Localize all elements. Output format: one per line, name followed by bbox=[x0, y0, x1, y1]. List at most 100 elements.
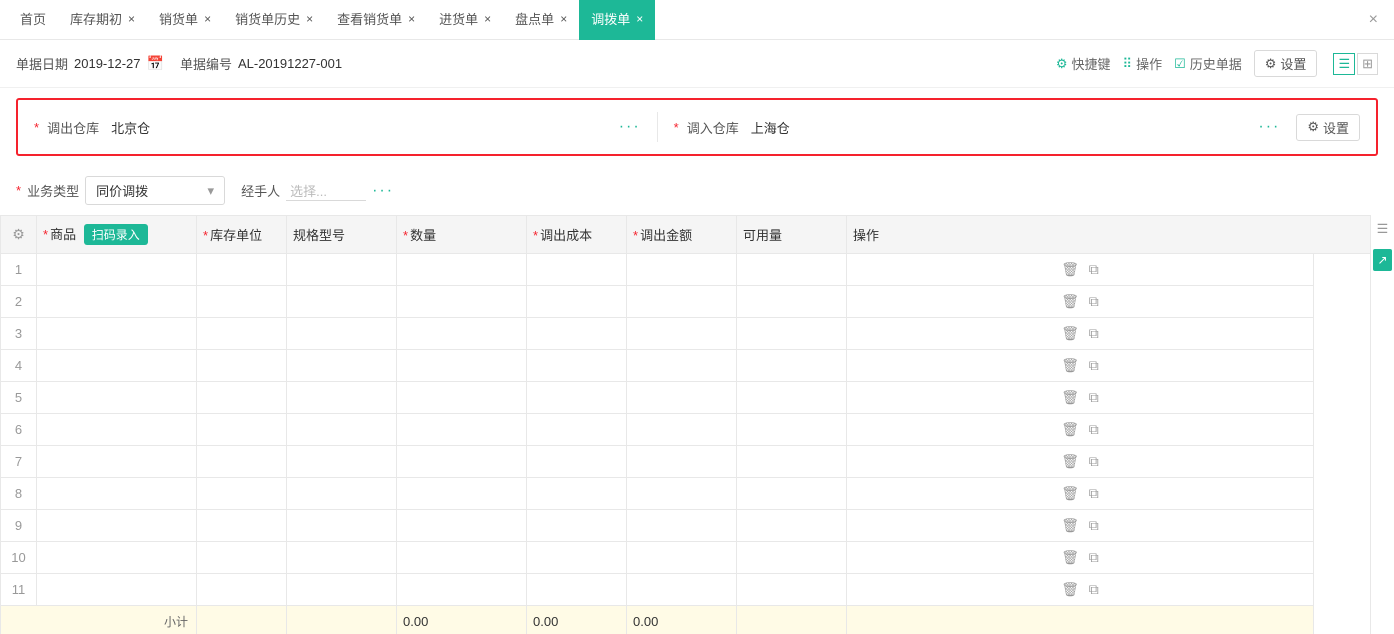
handler-more-btn[interactable]: ··· bbox=[372, 182, 394, 200]
row-10-delete-icon[interactable]: 🗑 bbox=[1061, 549, 1079, 565]
row-9-product[interactable] bbox=[37, 510, 197, 542]
row-9-cost[interactable] bbox=[527, 510, 627, 542]
row-11-available[interactable] bbox=[737, 574, 847, 606]
row-9-available[interactable] bbox=[737, 510, 847, 542]
history-btn[interactable]: ☑ 历史单据 bbox=[1174, 54, 1242, 73]
tab-sales-history-close[interactable]: × bbox=[306, 12, 313, 26]
row-3-amount[interactable] bbox=[627, 318, 737, 350]
row-9-copy-icon[interactable]: ⧉ bbox=[1089, 517, 1099, 533]
row-3-cost[interactable] bbox=[527, 318, 627, 350]
row-2-delete-icon[interactable]: 🗑 bbox=[1061, 293, 1079, 309]
in-warehouse-value[interactable]: 上海仓 bbox=[751, 118, 790, 137]
row-10-copy-icon[interactable]: ⧉ bbox=[1089, 549, 1099, 565]
row-6-spec[interactable] bbox=[287, 414, 397, 446]
row-7-copy-icon[interactable]: ⧉ bbox=[1089, 453, 1099, 469]
col-gear[interactable]: ⚙ bbox=[1, 216, 37, 254]
view-list-icon[interactable]: ☰ bbox=[1333, 53, 1355, 75]
row-5-amount[interactable] bbox=[627, 382, 737, 414]
row-4-cost[interactable] bbox=[527, 350, 627, 382]
out-warehouse-value[interactable]: 北京仓 bbox=[111, 118, 150, 137]
row-8-delete-icon[interactable]: 🗑 bbox=[1061, 485, 1079, 501]
tab-purchase-order-close[interactable]: × bbox=[484, 12, 491, 26]
row-2-unit[interactable] bbox=[197, 286, 287, 318]
row-10-available[interactable] bbox=[737, 542, 847, 574]
row-10-qty[interactable] bbox=[397, 542, 527, 574]
row-6-copy-icon[interactable]: ⧉ bbox=[1089, 421, 1099, 437]
row-1-cost[interactable] bbox=[527, 254, 627, 286]
row-4-spec[interactable] bbox=[287, 350, 397, 382]
row-5-product[interactable] bbox=[37, 382, 197, 414]
row-1-spec[interactable] bbox=[287, 254, 397, 286]
out-warehouse-more-btn[interactable]: ··· bbox=[619, 118, 641, 136]
row-3-qty[interactable] bbox=[397, 318, 527, 350]
row-5-spec[interactable] bbox=[287, 382, 397, 414]
row-4-amount[interactable] bbox=[627, 350, 737, 382]
row-7-spec[interactable] bbox=[287, 446, 397, 478]
row-4-unit[interactable] bbox=[197, 350, 287, 382]
row-2-qty[interactable] bbox=[397, 286, 527, 318]
tab-inventory-init[interactable]: 库存期初 × bbox=[58, 0, 147, 40]
row-1-product[interactable] bbox=[37, 254, 197, 286]
row-8-available[interactable] bbox=[737, 478, 847, 510]
view-grid-icon[interactable]: ⊞ bbox=[1357, 53, 1378, 75]
row-9-amount[interactable] bbox=[627, 510, 737, 542]
row-11-product[interactable] bbox=[37, 574, 197, 606]
row-2-spec[interactable] bbox=[287, 286, 397, 318]
row-6-amount[interactable] bbox=[627, 414, 737, 446]
row-1-amount[interactable] bbox=[627, 254, 737, 286]
row-8-copy-icon[interactable]: ⧉ bbox=[1089, 485, 1099, 501]
row-3-delete-icon[interactable]: 🗑 bbox=[1061, 325, 1079, 341]
calendar-icon[interactable]: 📅 bbox=[147, 55, 164, 72]
row-7-available[interactable] bbox=[737, 446, 847, 478]
shortcut-btn[interactable]: ⚙ 快捷键 bbox=[1056, 54, 1111, 73]
row-2-copy-icon[interactable]: ⧉ bbox=[1089, 293, 1099, 309]
row-4-qty[interactable] bbox=[397, 350, 527, 382]
row-11-cost[interactable] bbox=[527, 574, 627, 606]
tab-home[interactable]: 首页 bbox=[8, 0, 58, 40]
float-list-icon[interactable]: ☰ bbox=[1377, 221, 1389, 237]
row-11-qty[interactable] bbox=[397, 574, 527, 606]
row-7-cost[interactable] bbox=[527, 446, 627, 478]
row-1-available[interactable] bbox=[737, 254, 847, 286]
tab-purchase-order[interactable]: 进货单 × bbox=[427, 0, 503, 40]
row-2-product[interactable] bbox=[37, 286, 197, 318]
row-10-amount[interactable] bbox=[627, 542, 737, 574]
row-4-available[interactable] bbox=[737, 350, 847, 382]
tab-view-sales-close[interactable]: × bbox=[408, 12, 415, 26]
row-3-spec[interactable] bbox=[287, 318, 397, 350]
scan-button[interactable]: 扫码录入 bbox=[84, 224, 148, 245]
settings-button[interactable]: ⚙ 设置 bbox=[1254, 50, 1318, 77]
tab-sales-order-close[interactable]: × bbox=[204, 12, 211, 26]
row-3-unit[interactable] bbox=[197, 318, 287, 350]
row-5-available[interactable] bbox=[737, 382, 847, 414]
row-2-amount[interactable] bbox=[627, 286, 737, 318]
row-7-unit[interactable] bbox=[197, 446, 287, 478]
row-5-unit[interactable] bbox=[197, 382, 287, 414]
row-7-qty[interactable] bbox=[397, 446, 527, 478]
in-warehouse-more-btn[interactable]: ··· bbox=[1258, 118, 1280, 136]
tab-sales-history[interactable]: 销货单历史 × bbox=[223, 0, 325, 40]
row-1-delete-icon[interactable]: 🗑 bbox=[1061, 261, 1079, 277]
operation-btn[interactable]: ⠿ 操作 bbox=[1123, 54, 1163, 73]
tab-inventory-init-close[interactable]: × bbox=[128, 12, 135, 26]
handler-placeholder[interactable]: 选择... bbox=[286, 181, 366, 201]
row-1-qty[interactable] bbox=[397, 254, 527, 286]
row-5-cost[interactable] bbox=[527, 382, 627, 414]
row-8-unit[interactable] bbox=[197, 478, 287, 510]
float-expand-icon[interactable]: ↗ bbox=[1373, 249, 1391, 271]
row-6-delete-icon[interactable]: 🗑 bbox=[1061, 421, 1079, 437]
row-8-qty[interactable] bbox=[397, 478, 527, 510]
row-3-available[interactable] bbox=[737, 318, 847, 350]
row-1-unit[interactable] bbox=[197, 254, 287, 286]
row-10-unit[interactable] bbox=[197, 542, 287, 574]
tab-transfer-order[interactable]: 调拨单 × bbox=[579, 0, 655, 40]
row-6-qty[interactable] bbox=[397, 414, 527, 446]
row-4-product[interactable] bbox=[37, 350, 197, 382]
row-5-qty[interactable] bbox=[397, 382, 527, 414]
row-11-delete-icon[interactable]: 🗑 bbox=[1061, 581, 1079, 597]
row-8-spec[interactable] bbox=[287, 478, 397, 510]
close-all-tabs[interactable]: × bbox=[1361, 11, 1386, 29]
tab-inventory-check[interactable]: 盘点单 × bbox=[503, 0, 579, 40]
tab-transfer-order-close[interactable]: × bbox=[636, 12, 643, 26]
row-3-product[interactable] bbox=[37, 318, 197, 350]
